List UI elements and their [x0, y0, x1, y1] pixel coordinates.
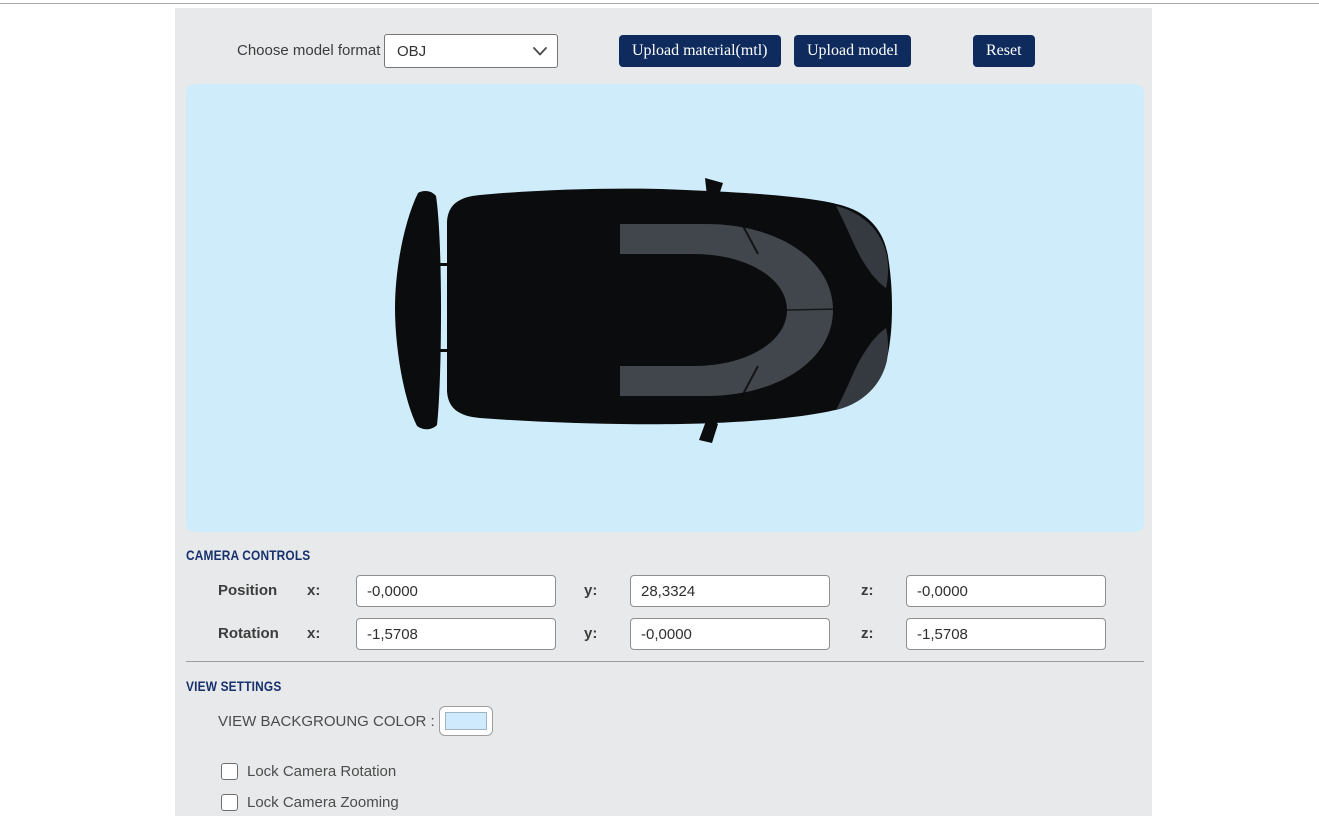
rotation-y-label: y:	[584, 625, 598, 642]
viewport-3d-canvas[interactable]	[186, 84, 1144, 532]
view-background-color-row: VIEW BACKGROUNG COLOR :	[218, 706, 493, 736]
position-z-label: z:	[861, 582, 874, 599]
position-label: Position	[218, 582, 278, 599]
upload-model-button[interactable]: Upload model	[794, 35, 912, 67]
position-x-label: x:	[307, 582, 321, 599]
rotation-x-label: x:	[307, 625, 321, 642]
lock-camera-zooming-label: Lock Camera Zooming	[247, 793, 399, 811]
page-top-rule	[0, 3, 1319, 4]
chevron-down-icon	[533, 46, 547, 55]
camera-rotation-row: Rotation x: y: z:	[175, 618, 1152, 650]
view-background-color-swatch	[444, 712, 487, 730]
content-panel: Choose model format OBJ Upload material(…	[175, 8, 1152, 816]
position-y-label: y:	[584, 582, 598, 599]
position-x-input[interactable]	[356, 575, 556, 607]
camera-position-row: Position x: y: z:	[175, 575, 1152, 607]
model-format-select[interactable]: OBJ	[384, 34, 558, 68]
rotation-x-input[interactable]	[356, 618, 556, 650]
lock-camera-zooming-row: Lock Camera Zooming	[221, 793, 399, 811]
lock-camera-zooming-checkbox[interactable]	[221, 793, 238, 811]
section-separator	[186, 661, 1144, 662]
model-format-label: Choose model format	[237, 42, 381, 59]
upload-material-button[interactable]: Upload material(mtl)	[619, 35, 781, 67]
car-model-top-view	[186, 84, 1144, 532]
view-background-color-picker[interactable]	[438, 706, 493, 736]
rotation-z-label: z:	[861, 625, 874, 642]
camera-controls-title: CAMERA CONTROLS	[186, 547, 311, 563]
position-z-input[interactable]	[906, 575, 1106, 607]
position-y-input[interactable]	[630, 575, 830, 607]
reset-button[interactable]: Reset	[973, 35, 1035, 67]
rotation-y-input[interactable]	[630, 618, 830, 650]
model-format-selected-value: OBJ	[397, 42, 427, 60]
lock-camera-rotation-row: Lock Camera Rotation	[221, 762, 396, 780]
rotation-label: Rotation	[218, 625, 279, 642]
rotation-z-input[interactable]	[906, 618, 1106, 650]
lock-camera-rotation-checkbox[interactable]	[221, 762, 238, 780]
lock-camera-rotation-label: Lock Camera Rotation	[247, 762, 397, 780]
view-settings-title: VIEW SETTINGS	[186, 678, 282, 694]
view-background-color-label: VIEW BACKGROUNG COLOR :	[218, 712, 435, 730]
